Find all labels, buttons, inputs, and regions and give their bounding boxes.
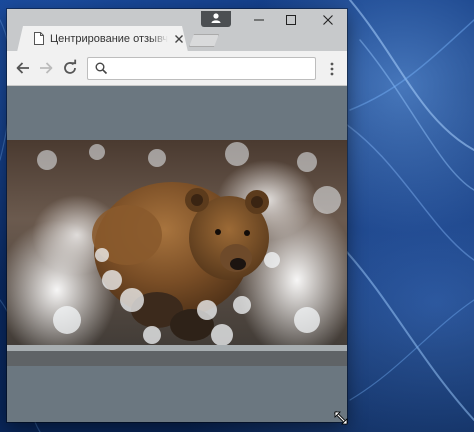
browser-window: Центрирование отзывчи (7, 9, 347, 422)
search-icon (95, 62, 108, 75)
tab-close-icon[interactable] (174, 34, 184, 44)
address-input[interactable] (112, 60, 312, 78)
reload-icon[interactable] (61, 59, 79, 77)
maximize-icon (286, 15, 296, 25)
browser-tab[interactable]: Центрирование отзывчи (17, 26, 188, 52)
back-arrow-icon[interactable] (14, 59, 32, 77)
profile-button[interactable] (201, 11, 231, 27)
maximize-button[interactable] (276, 12, 306, 28)
new-tab-button[interactable] (189, 34, 219, 47)
minimize-button[interactable] (244, 12, 274, 28)
page-content (7, 86, 347, 422)
forward-arrow-icon[interactable] (37, 59, 55, 77)
resize-cursor-icon[interactable] (333, 410, 349, 426)
page-icon (34, 32, 44, 45)
person-icon (211, 13, 221, 23)
close-icon (323, 15, 333, 25)
title-bar[interactable]: Центрирование отзывчи (7, 9, 347, 51)
browser-toolbar (7, 51, 347, 86)
kebab-menu-icon[interactable] (325, 60, 339, 78)
minimize-icon (254, 19, 264, 21)
close-window-button[interactable] (313, 12, 343, 28)
address-bar[interactable] (87, 57, 316, 80)
bear-photo (7, 140, 347, 366)
tab-title: Центрирование отзывчи (50, 33, 168, 45)
